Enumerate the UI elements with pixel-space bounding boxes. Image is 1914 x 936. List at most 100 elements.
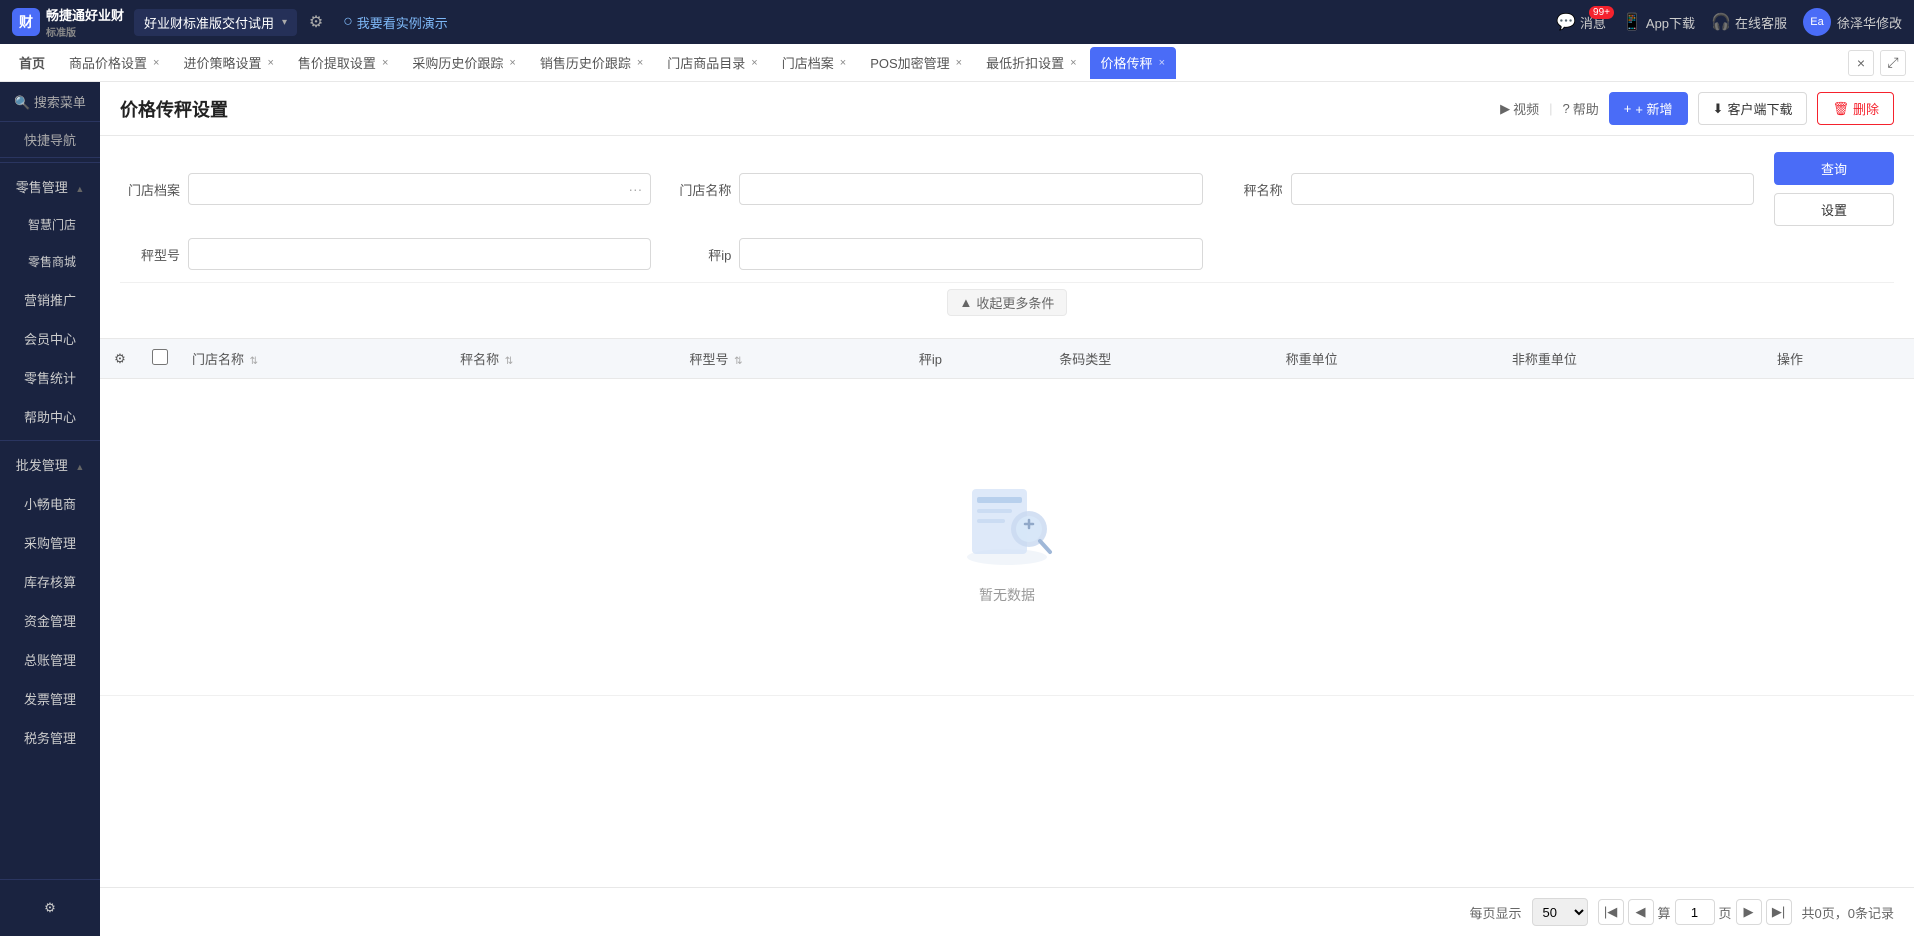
th-settings[interactable]: ⚙ xyxy=(100,339,140,379)
table-header: ⚙ 门店名称 ⇅ 秤名称 ⇅ xyxy=(100,339,1914,379)
sidebar-item-member[interactable]: 会员中心 xyxy=(0,319,100,358)
app-download-label: App下载 xyxy=(1646,13,1695,32)
select-all-checkbox[interactable] xyxy=(152,349,168,365)
selector-settings-icon[interactable]: ⚙ xyxy=(301,7,331,37)
collapse-btn[interactable]: ▲ 收起更多条件 xyxy=(947,289,1068,316)
tab-purchase-strategy[interactable]: 进价策略设置 × xyxy=(172,47,284,79)
query-button[interactable]: 查询 xyxy=(1774,152,1894,185)
th-checkbox[interactable] xyxy=(140,339,180,379)
sidebar-nav[interactable]: 快捷导航 xyxy=(0,122,100,158)
logo-char: 财 xyxy=(19,12,33,32)
demo-link[interactable]: ○ 我要看实例演示 xyxy=(343,13,448,32)
sidebar-item-invoice-label: 发票管理 xyxy=(24,692,76,707)
sidebar-item-inventory[interactable]: 库存核算 xyxy=(0,562,100,601)
add-button[interactable]: + + 新增 xyxy=(1609,92,1688,125)
tab-store-profile-close[interactable]: × xyxy=(840,57,846,69)
per-page-select[interactable]: 10 20 50 100 xyxy=(1532,898,1588,926)
tab-min-discount-close[interactable]: × xyxy=(1070,57,1076,69)
sidebar-item-retail-mgmt[interactable]: 零售管理 xyxy=(0,167,100,206)
tab-price-setting[interactable]: 商品价格设置 × xyxy=(58,47,170,79)
filter-store-profile: 门店档案 ··· xyxy=(120,173,651,205)
sidebar-item-invoice[interactable]: 发票管理 xyxy=(0,679,100,718)
sidebar-item-help[interactable]: 帮助中心 xyxy=(0,397,100,436)
scale-model-input[interactable] xyxy=(188,238,651,270)
store-name-input[interactable] xyxy=(739,173,1202,205)
tab-price-scale-close[interactable]: × xyxy=(1159,57,1165,69)
version-selector[interactable]: 好业财标准版交付试用 ▾ xyxy=(134,9,297,36)
logo-subtitle: 标准版 xyxy=(46,24,124,39)
tab-sale-history-close[interactable]: × xyxy=(637,57,643,69)
th-scale-name-sort[interactable]: ⇅ xyxy=(505,356,513,367)
store-profile-more-icon[interactable]: ··· xyxy=(628,181,642,197)
help-link[interactable]: ? 帮助 xyxy=(1562,99,1598,118)
delete-button[interactable]: 🗑 删除 xyxy=(1817,92,1894,125)
message-btn[interactable]: 💬 消息 99+ xyxy=(1556,12,1606,32)
scale-ip-input[interactable] xyxy=(739,238,1202,270)
sidebar-bottom: ⚙ xyxy=(0,879,100,936)
sidebar-item-tax[interactable]: 税务管理 xyxy=(0,718,100,757)
tab-purchase-strategy-close[interactable]: × xyxy=(267,57,273,69)
tab-close-btn[interactable]: × xyxy=(1848,50,1874,76)
app-download-btn[interactable]: 📱 App下载 xyxy=(1622,12,1695,32)
sidebar-item-general-ledger[interactable]: 总账管理 xyxy=(0,640,100,679)
tab-store-catalog-close[interactable]: × xyxy=(751,57,757,69)
logo-icon: 财 xyxy=(12,8,40,36)
tab-store-catalog[interactable]: 门店商品目录 × xyxy=(656,47,768,79)
tab-pos-management[interactable]: POS加密管理 × xyxy=(859,47,973,79)
main-layout: 🔍 搜索菜单 快捷导航 零售管理 智慧门店 零售商城 营销推广 会员中心 零售统… xyxy=(0,82,1914,936)
scale-model-label: 秤型号 xyxy=(120,245,180,264)
scale-name-input[interactable] xyxy=(1291,173,1754,205)
page-actions: ▶ 视频 | ? 帮助 + + 新增 ⬇ 客户端下载 🗑 xyxy=(1500,92,1894,125)
video-link[interactable]: ▶ 视频 xyxy=(1500,99,1539,118)
tab-expand-btn[interactable]: ⤢ xyxy=(1880,50,1906,76)
tab-price-scale[interactable]: 价格传秤 × xyxy=(1090,47,1176,79)
tab-purchase-strategy-label: 进价策略设置 xyxy=(183,53,261,72)
th-store-name-sort[interactable]: ⇅ xyxy=(250,356,258,367)
sidebar-item-ecommerce[interactable]: 小畅电商 xyxy=(0,484,100,523)
sidebar-item-purchase[interactable]: 采购管理 xyxy=(0,523,100,562)
last-page-btn[interactable]: ▶| xyxy=(1766,899,1792,925)
tab-store-profile[interactable]: 门店档案 × xyxy=(771,47,857,79)
sidebar-item-wholesale[interactable]: 批发管理 xyxy=(0,445,100,484)
online-service-btn[interactable]: 🎧 在线客服 xyxy=(1711,12,1787,32)
download-button[interactable]: ⬇ 客户端下载 xyxy=(1698,92,1808,125)
tab-bar-actions: × ⤢ xyxy=(1848,50,1906,76)
sidebar-item-marketing[interactable]: 营销推广 xyxy=(0,280,100,319)
delete-label: 删除 xyxy=(1853,99,1879,118)
tab-purchase-history-close[interactable]: × xyxy=(509,57,515,69)
data-table: ⚙ 门店名称 ⇅ 秤名称 ⇅ xyxy=(100,339,1914,696)
tab-home[interactable]: 首页 xyxy=(8,47,56,79)
sidebar-item-retail-stats[interactable]: 零售统计 xyxy=(0,358,100,397)
sidebar-settings-btn[interactable]: ⚙ xyxy=(10,890,90,926)
page-input[interactable]: 1 xyxy=(1675,899,1715,925)
tab-pos-management-close[interactable]: × xyxy=(956,57,962,69)
sidebar-item-finance[interactable]: 资金管理 xyxy=(0,601,100,640)
sidebar-search-label: 搜索菜单 xyxy=(34,95,86,110)
sidebar-item-general-ledger-label: 总账管理 xyxy=(24,653,76,668)
sidebar-settings-icon: ⚙ xyxy=(44,900,56,915)
store-name-label: 门店名称 xyxy=(671,180,731,199)
th-scale-model-sort[interactable]: ⇅ xyxy=(734,356,742,367)
sidebar-item-retail-mall[interactable]: 零售商城 xyxy=(0,243,100,280)
prev-page-btn[interactable]: ◀ xyxy=(1628,899,1654,925)
store-profile-input-wrapper[interactable]: ··· xyxy=(188,173,651,205)
tab-sale-price[interactable]: 售价提取设置 × xyxy=(287,47,399,79)
tab-purchase-history[interactable]: 采购历史价跟踪 × xyxy=(401,47,526,79)
th-action: 操作 xyxy=(1765,339,1914,379)
tab-sale-price-close[interactable]: × xyxy=(382,57,388,69)
tab-min-discount[interactable]: 最低折扣设置 × xyxy=(975,47,1087,79)
store-profile-input[interactable] xyxy=(197,182,628,197)
sidebar-search[interactable]: 🔍 搜索菜单 xyxy=(0,82,100,122)
setting-button[interactable]: 设置 xyxy=(1774,193,1894,226)
tab-price-setting-close[interactable]: × xyxy=(153,57,159,69)
sidebar-item-purchase-label: 采购管理 xyxy=(24,536,76,551)
first-page-btn[interactable]: |◀ xyxy=(1598,899,1624,925)
sidebar-item-smart-store[interactable]: 智慧门店 xyxy=(0,206,100,243)
tab-sale-history[interactable]: 销售历史价跟踪 × xyxy=(529,47,654,79)
th-scale-name-label: 秤名称 xyxy=(460,352,499,367)
user-area[interactable]: Ea 徐泽华修改 xyxy=(1803,8,1902,36)
next-page-btn[interactable]: ▶ xyxy=(1736,899,1762,925)
per-page-label: 每页显示 xyxy=(1469,903,1521,922)
video-icon: ▶ xyxy=(1500,101,1510,117)
tab-min-discount-label: 最低折扣设置 xyxy=(986,53,1064,72)
